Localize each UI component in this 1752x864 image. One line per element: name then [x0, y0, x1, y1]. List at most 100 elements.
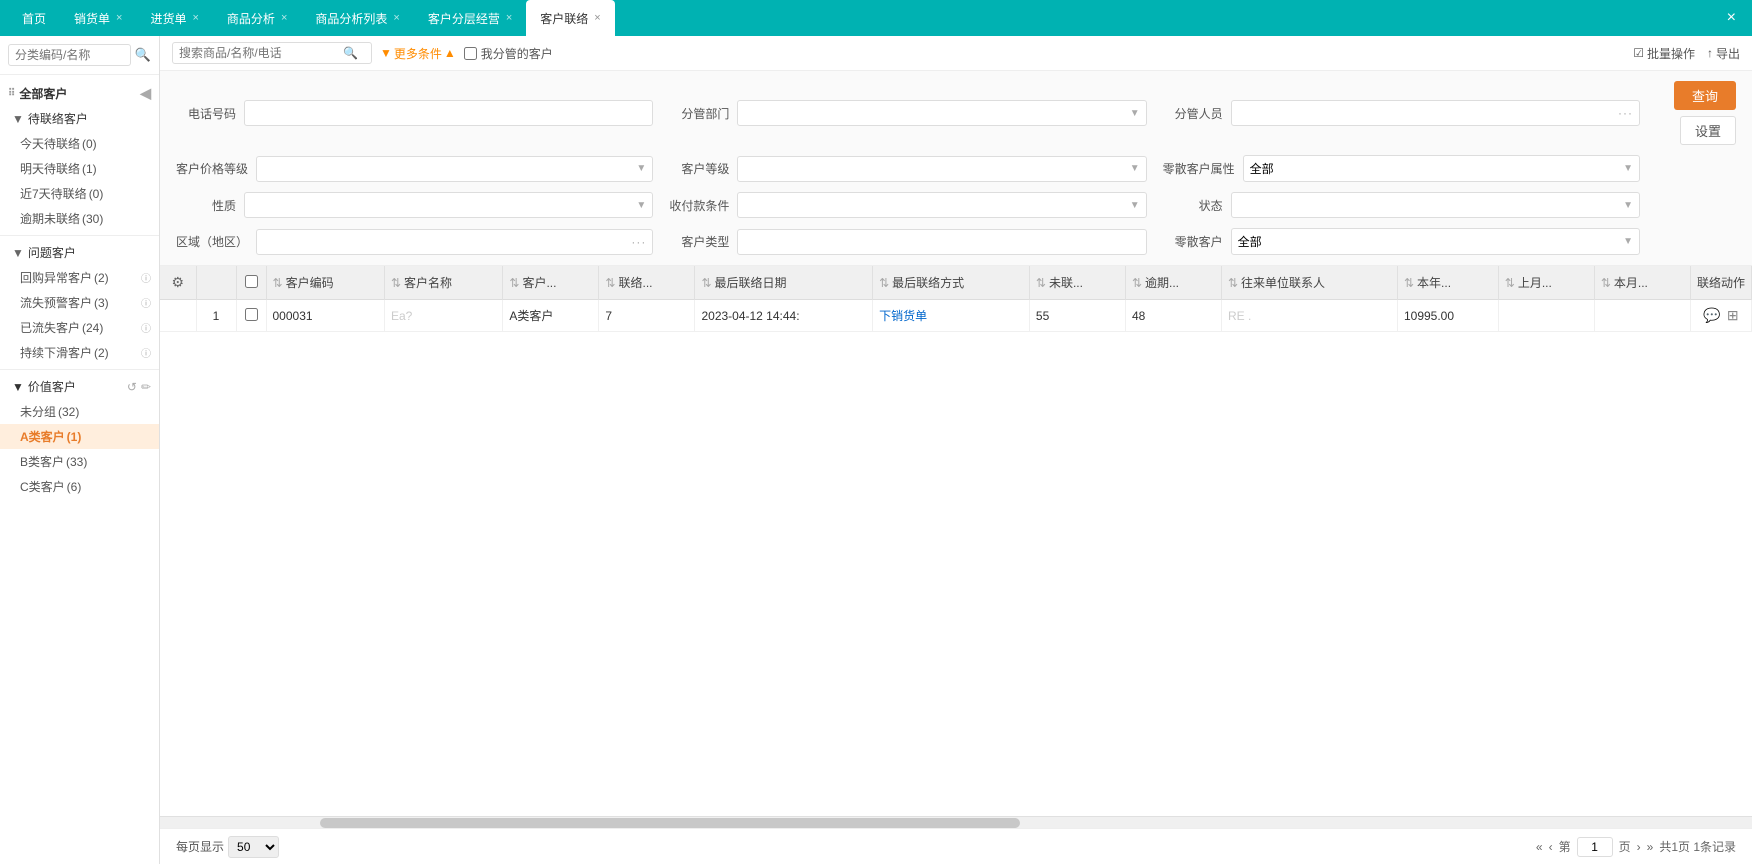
last-page-button[interactable]: »: [1647, 840, 1654, 854]
tab-customer-contact[interactable]: 客户联络 ×: [526, 0, 614, 36]
sidebar-pending-label: 待联络客户: [28, 110, 88, 127]
th-last-date: ⇅ 最后联络日期: [695, 266, 873, 300]
th-name-sort-icon[interactable]: ⇅: [391, 276, 401, 290]
message-action-icon[interactable]: 💬: [1703, 307, 1720, 324]
sidebar-item-churn-warning[interactable]: 流失预警客户 (3) ⓘ: [0, 290, 159, 315]
churn-warning-label: 流失预警客户: [20, 294, 92, 311]
filter-manager-input[interactable]: ···: [1231, 100, 1640, 126]
page-size-dropdown[interactable]: 50 100 200: [228, 836, 279, 858]
close-all-tabs-button[interactable]: ×: [1719, 9, 1744, 27]
settings-button[interactable]: 设置: [1680, 116, 1736, 145]
filter-actions: 查询 设置: [1656, 81, 1736, 145]
sidebar-item-churned[interactable]: 已流失客户 (24) ⓘ: [0, 315, 159, 340]
query-button[interactable]: 查询: [1674, 81, 1736, 110]
tomorrow-pending-badge: (1): [82, 162, 97, 176]
tab-goods-list[interactable]: 商品分析列表 ×: [301, 0, 413, 36]
horizontal-scrollbar[interactable]: [160, 816, 1752, 828]
sidebar-search-input[interactable]: [8, 44, 131, 66]
filter-dept-dropdown[interactable]: ▼: [737, 100, 1146, 126]
filter-payment-dropdown[interactable]: ▼: [737, 192, 1146, 218]
first-page-button[interactable]: «: [1536, 840, 1543, 854]
tab-goods-analysis[interactable]: 商品分析 ×: [213, 0, 301, 36]
th-contact-sort-icon[interactable]: ⇅: [605, 276, 615, 290]
th-this-month-sort-icon[interactable]: ⇅: [1601, 276, 1611, 290]
sidebar-pending-group[interactable]: ▼ 待联络客户: [0, 106, 159, 131]
th-code-sort-icon[interactable]: ⇅: [273, 276, 283, 290]
tab-purchase[interactable]: 进货单 ×: [136, 0, 212, 36]
sidebar-search-icon[interactable]: 🔍: [135, 47, 151, 63]
th-last-month-sort-icon[interactable]: ⇅: [1505, 276, 1515, 290]
th-last-date-sort-icon[interactable]: ⇅: [701, 276, 711, 290]
select-all-checkbox[interactable]: [245, 275, 258, 288]
prev-page-button[interactable]: ‹: [1549, 840, 1553, 854]
th-this-year-sort-icon[interactable]: ⇅: [1404, 276, 1414, 290]
th-overdue-sort-icon[interactable]: ⇅: [1132, 276, 1142, 290]
tab-goods-analysis-close[interactable]: ×: [281, 12, 287, 24]
tab-goods-list-close[interactable]: ×: [393, 12, 399, 24]
table-area: ⚙ ⇅ 客户编码: [160, 266, 1752, 816]
filter-search-input[interactable]: [179, 46, 339, 60]
filter-phone-input[interactable]: [244, 100, 653, 126]
tab-sales[interactable]: 销货单 ×: [60, 0, 136, 36]
sidebar-item-a-class[interactable]: A类客户 (1): [0, 424, 159, 449]
filter-status-dropdown[interactable]: ▼: [1231, 192, 1640, 218]
sidebar-all-customers[interactable]: ⠿ 全部客户 ◀: [0, 81, 159, 106]
batch-op-button[interactable]: ☑ 批量操作: [1633, 45, 1695, 62]
filter-price-grade-dropdown[interactable]: ▼: [256, 156, 653, 182]
sidebar-problem-group[interactable]: ▼ 问题客户: [0, 240, 159, 265]
filter-more-button[interactable]: ▼ 更多条件 ▲: [380, 45, 456, 62]
filter-retail-attr-dropdown[interactable]: 全部 ▼: [1243, 155, 1640, 182]
grid-action-icon[interactable]: ⊞: [1727, 307, 1739, 324]
th-not-contacted-sort-icon[interactable]: ⇅: [1036, 276, 1046, 290]
churn-warning-info-icon[interactable]: ⓘ: [141, 295, 151, 310]
filter-customer-grade-dropdown[interactable]: ▼: [737, 156, 1146, 182]
last-contact-method-link[interactable]: 下销货单: [879, 309, 927, 323]
my-customers-checkbox[interactable]: [464, 47, 477, 60]
td-name: Ea?: [384, 300, 502, 332]
sidebar-collapse-icon[interactable]: ◀: [140, 85, 151, 102]
filter-region-dots-icon: ···: [631, 235, 646, 249]
top-navigation: 首页 销货单 × 进货单 × 商品分析 × 商品分析列表 × 客户分层经营 × …: [0, 0, 1752, 36]
sidebar-item-repurchase-anomaly[interactable]: 回购异常客户 (2) ⓘ: [0, 265, 159, 290]
scrollbar-thumb[interactable]: [320, 818, 1020, 828]
declining-info-icon[interactable]: ⓘ: [141, 345, 151, 360]
row-checkbox[interactable]: [245, 308, 258, 321]
export-button[interactable]: ↑ 导出: [1707, 45, 1740, 62]
th-last-method-sort-icon[interactable]: ⇅: [879, 276, 889, 290]
th-type-sort-icon[interactable]: ⇅: [509, 276, 519, 290]
filter-region: 区域（地区） ···: [176, 229, 653, 255]
sidebar-item-unsegmented[interactable]: 未分组 (32): [0, 399, 159, 424]
filter-search-icon[interactable]: 🔍: [343, 46, 358, 60]
tab-customer-tier-close[interactable]: ×: [506, 12, 512, 24]
filter-nature-dropdown[interactable]: ▼: [244, 192, 653, 218]
filter-retail-customer-dropdown[interactable]: 全部 ▼: [1231, 228, 1640, 255]
my-customers-checkbox-label[interactable]: 我分管的客户: [464, 45, 553, 62]
tab-customer-contact-close[interactable]: ×: [594, 12, 600, 24]
sidebar-item-b-class[interactable]: B类客户 (33): [0, 449, 159, 474]
tab-sales-close[interactable]: ×: [116, 12, 122, 24]
sidebar-item-7day-pending[interactable]: 近7天待联络 (0): [0, 181, 159, 206]
value-edit-icon[interactable]: ✏: [141, 380, 151, 394]
value-refresh-icon[interactable]: ↺: [127, 380, 137, 394]
sidebar-value-group[interactable]: ▼ 价值客户 ↺ ✏: [0, 374, 159, 399]
sidebar-item-c-class[interactable]: C类客户 (6): [0, 474, 159, 499]
sidebar-item-today-pending[interactable]: 今天待联络 (0): [0, 131, 159, 156]
next-page-button[interactable]: ›: [1637, 840, 1641, 854]
sidebar-item-declining[interactable]: 持续下滑客户 (2) ⓘ: [0, 340, 159, 365]
filter-customer-type-input[interactable]: [737, 229, 1146, 255]
filter-retail-attr-label: 零散客户属性: [1163, 160, 1235, 177]
main-layout: 🔍 ⠿ 全部客户 ◀ ▼ 待联络客户 今天待联络 (0) 明天待联络 (1): [0, 36, 1752, 864]
tab-home[interactable]: 首页: [8, 0, 60, 36]
th-unit-contact-sort-icon[interactable]: ⇅: [1228, 276, 1238, 290]
sidebar-item-tomorrow-pending[interactable]: 明天待联络 (1): [0, 156, 159, 181]
tab-purchase-close[interactable]: ×: [192, 12, 198, 24]
filter-region-input[interactable]: ···: [256, 229, 653, 255]
gear-icon[interactable]: ⚙: [171, 274, 184, 290]
repurchase-info-icon[interactable]: ⓘ: [141, 270, 151, 285]
page-number-input[interactable]: 1: [1577, 837, 1613, 857]
th-rownum: [196, 266, 236, 300]
churned-info-icon[interactable]: ⓘ: [141, 320, 151, 335]
filter-retail-attr: 零散客户属性 全部 ▼: [1163, 155, 1640, 182]
sidebar-item-overdue-pending[interactable]: 逾期未联络 (30): [0, 206, 159, 231]
tab-customer-tier[interactable]: 客户分层经营 ×: [414, 0, 526, 36]
